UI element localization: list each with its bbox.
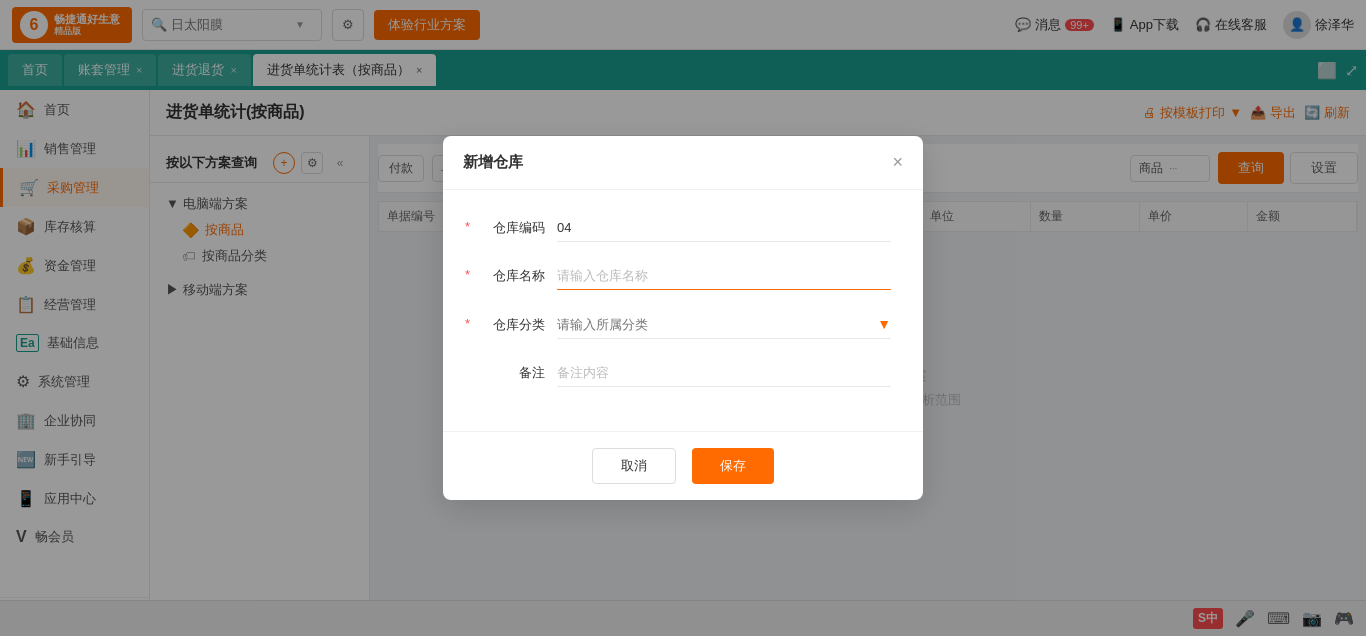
note-input[interactable] [557, 359, 891, 387]
note-label: 备注 [475, 364, 545, 382]
name-label: 仓库名称 [475, 267, 545, 285]
modal-footer: 取消 保存 [443, 431, 923, 500]
modal-header: 新增仓库 × [443, 136, 923, 190]
category-input[interactable] [557, 317, 877, 332]
modal-title: 新增仓库 [463, 153, 523, 172]
modal-body: 仓库编码 仓库名称 仓库分类 ▼ 备注 [443, 190, 923, 431]
save-button[interactable]: 保存 [692, 448, 774, 484]
code-input[interactable] [557, 214, 891, 242]
form-row-code: 仓库编码 [475, 214, 891, 242]
category-select-wrapper[interactable]: ▼ [557, 310, 891, 339]
form-row-name: 仓库名称 [475, 262, 891, 290]
code-label: 仓库编码 [475, 219, 545, 237]
modal-overlay[interactable]: 新增仓库 × 仓库编码 仓库名称 仓库分类 ▼ [0, 0, 1366, 636]
category-label: 仓库分类 [475, 316, 545, 334]
cancel-button[interactable]: 取消 [592, 448, 676, 484]
add-warehouse-modal: 新增仓库 × 仓库编码 仓库名称 仓库分类 ▼ [443, 136, 923, 500]
form-row-category: 仓库分类 ▼ [475, 310, 891, 339]
modal-close-button[interactable]: × [892, 152, 903, 173]
name-input[interactable] [557, 262, 891, 290]
category-chevron-icon: ▼ [877, 316, 891, 332]
form-row-note: 备注 [475, 359, 891, 387]
